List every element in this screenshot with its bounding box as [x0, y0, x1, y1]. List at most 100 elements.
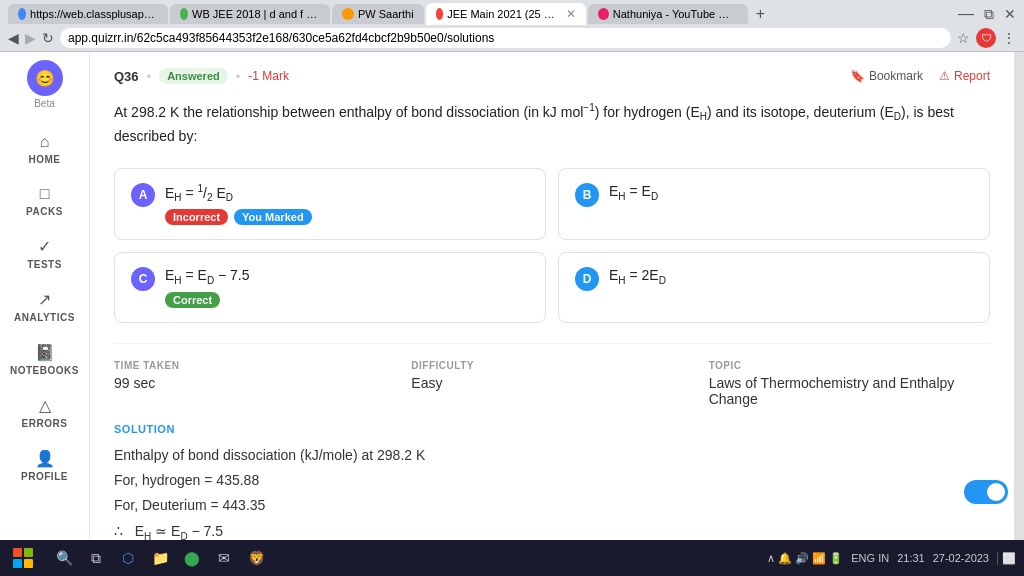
- option-c-badges: Correct: [165, 292, 250, 308]
- taskview-button[interactable]: ⧉: [84, 546, 108, 570]
- search-taskbar-button[interactable]: 🔍: [52, 546, 76, 570]
- you-marked-badge: You Marked: [234, 209, 312, 225]
- sidebar-item-profile[interactable]: 👤 PROFILE: [0, 441, 89, 490]
- time-value: 99 sec: [114, 375, 155, 391]
- option-d-letter: D: [575, 267, 599, 291]
- option-c-letter: C: [131, 267, 155, 291]
- edge-icon[interactable]: ⬡: [116, 546, 140, 570]
- taskbar-time: 21:31: [897, 552, 925, 564]
- system-tray: ∧ 🔔 🔊 📶 🔋: [767, 552, 843, 565]
- profile-icon: 👤: [35, 449, 55, 468]
- bookmark-star-icon[interactable]: ☆: [957, 30, 970, 46]
- option-a-badges: Incorrect You Marked: [165, 209, 312, 225]
- home-icon: ⌂: [40, 133, 50, 151]
- report-icon: ⚠: [939, 69, 950, 83]
- tab-4-active[interactable]: JEE Main 2021 (25 Jul Shift 1) - Q... ✕: [426, 3, 586, 25]
- incorrect-badge: Incorrect: [165, 209, 228, 225]
- sidebar-item-packs[interactable]: □ PACKS: [0, 177, 89, 225]
- tests-icon: ✓: [38, 237, 51, 256]
- sidebar-item-tests[interactable]: ✓ TESTS: [0, 229, 89, 278]
- taskbar-date: 27-02-2023: [933, 552, 989, 564]
- solution-line-3: For, Deuterium = 443.35: [114, 493, 990, 518]
- windows-icon: [13, 548, 33, 568]
- close-tab-icon[interactable]: ✕: [566, 7, 576, 21]
- chrome-icon[interactable]: ⬤: [180, 546, 204, 570]
- stats-section: TIME TAKEN 99 sec DIFFICULTY Easy TOPIC …: [114, 343, 990, 407]
- sidebar: 😊 Beta ⌂ HOME □ PACKS ✓ TESTS ↗ ANALYTIC…: [0, 52, 90, 540]
- tab-5[interactable]: Nathuniya - YouTube Music: [588, 4, 748, 24]
- bookmark-button[interactable]: 🔖 Bookmark: [850, 69, 923, 83]
- analytics-icon: ↗: [38, 290, 51, 309]
- question-number: Q36: [114, 69, 139, 84]
- logo-icon: 😊: [27, 60, 63, 96]
- sidebar-item-notebooks[interactable]: 📓 NOTEBOOKS: [0, 335, 89, 384]
- url-input[interactable]: [60, 28, 951, 48]
- show-desktop-button[interactable]: ⬜: [997, 552, 1016, 565]
- mail-icon[interactable]: ✉: [212, 546, 236, 570]
- header-actions: 🔖 Bookmark ⚠ Report: [850, 69, 990, 83]
- locale-label: ENG IN: [851, 552, 889, 564]
- question-header: Q36 • Answered • -1 Mark 🔖 Bookmark ⚠ Re…: [114, 68, 990, 84]
- solution-label: SOLUTION: [114, 423, 990, 435]
- sidebar-item-analytics[interactable]: ↗ ANALYTICS: [0, 282, 89, 331]
- beta-label: Beta: [34, 98, 55, 109]
- minimize-button[interactable]: —: [958, 5, 974, 23]
- question-meta: Q36 • Answered • -1 Mark: [114, 68, 289, 84]
- difficulty-value: Easy: [411, 375, 442, 391]
- option-a-letter: A: [131, 183, 155, 207]
- correct-badge: Correct: [165, 292, 220, 308]
- refresh-button[interactable]: ↻: [42, 30, 54, 46]
- report-button[interactable]: ⚠ Report: [939, 69, 990, 83]
- shield-icon: 🛡: [976, 28, 996, 48]
- errors-icon: △: [39, 396, 51, 415]
- option-c[interactable]: C EH = ED − 7.5 Correct: [114, 252, 546, 323]
- stat-time: TIME TAKEN 99 sec: [114, 360, 395, 407]
- solution-section: SOLUTION Enthalpy of bond dissociation (…: [114, 423, 990, 540]
- option-a-formula: EH = 1/2 ED: [165, 183, 312, 203]
- option-c-formula: EH = ED − 7.5: [165, 267, 250, 286]
- toggle-switch[interactable]: [964, 480, 1008, 504]
- scrollbar[interactable]: [1014, 52, 1024, 540]
- option-b-formula: EH = ED: [609, 183, 658, 202]
- answered-badge: Answered: [159, 68, 228, 84]
- back-button[interactable]: ◀: [8, 30, 19, 46]
- tab-1[interactable]: https://web.classplusapp.com/newAp...: [8, 4, 168, 24]
- solution-line-4: ∴ EH ≃ ED − 7.5: [114, 519, 990, 540]
- taskbar-right: ∧ 🔔 🔊 📶 🔋 ENG IN 21:31 27-02-2023 ⬜: [767, 552, 1016, 565]
- solution-line-2: For, hydrogen = 435.88: [114, 468, 990, 493]
- stat-topic: TOPIC Laws of Thermochemistry and Enthal…: [709, 360, 990, 407]
- taskbar-icons: 🔍 ⧉ ⬡ 📁 ⬤ ✉ 🦁: [52, 546, 268, 570]
- content-area: Q36 • Answered • -1 Mark 🔖 Bookmark ⚠ Re…: [90, 52, 1014, 540]
- forward-button[interactable]: ▶: [25, 30, 36, 46]
- toggle-container: [964, 480, 1008, 504]
- stat-difficulty: DIFFICULTY Easy: [411, 360, 692, 407]
- bookmark-icon: 🔖: [850, 69, 865, 83]
- tab-2[interactable]: WB JEE 2018 | d and f Block Elements: [170, 4, 330, 24]
- topic-value: Laws of Thermochemistry and Enthalpy Cha…: [709, 375, 955, 407]
- start-button[interactable]: [8, 543, 38, 573]
- brave-icon[interactable]: 🦁: [244, 546, 268, 570]
- address-bar: ◀ ▶ ↻ ☆ 🛡 ⋮: [0, 25, 1024, 52]
- sidebar-nav: ⌂ HOME □ PACKS ✓ TESTS ↗ ANALYTICS 📓 NOT…: [0, 125, 89, 490]
- sidebar-item-errors[interactable]: △ ERRORS: [0, 388, 89, 437]
- option-b[interactable]: B EH = ED: [558, 168, 990, 240]
- taskbar: 🔍 ⧉ ⬡ 📁 ⬤ ✉ 🦁 ∧ 🔔 🔊 📶 🔋 ENG IN 21:31 27-…: [0, 540, 1024, 576]
- question-text: At 298.2 K the relationship between enth…: [114, 100, 990, 148]
- restore-button[interactable]: ⧉: [984, 6, 994, 23]
- option-d-formula: EH = 2ED: [609, 267, 666, 286]
- explorer-icon[interactable]: 📁: [148, 546, 172, 570]
- new-tab-button[interactable]: +: [756, 5, 765, 23]
- solution-text: Enthalpy of bond dissociation (kJ/mole) …: [114, 443, 990, 540]
- sidebar-item-home[interactable]: ⌂ HOME: [0, 125, 89, 173]
- tab-3[interactable]: PW Saarthi: [332, 4, 424, 24]
- option-a[interactable]: A EH = 1/2 ED Incorrect You Marked: [114, 168, 546, 240]
- option-d[interactable]: D EH = 2ED: [558, 252, 990, 323]
- close-window-button[interactable]: ✕: [1004, 6, 1016, 22]
- packs-icon: □: [40, 185, 50, 203]
- solution-line-1: Enthalpy of bond dissociation (kJ/mole) …: [114, 443, 990, 468]
- sidebar-logo: 😊 Beta: [27, 60, 63, 109]
- menu-icon[interactable]: ⋮: [1002, 30, 1016, 46]
- notebooks-icon: 📓: [35, 343, 55, 362]
- mark-badge: -1 Mark: [248, 69, 289, 83]
- option-b-letter: B: [575, 183, 599, 207]
